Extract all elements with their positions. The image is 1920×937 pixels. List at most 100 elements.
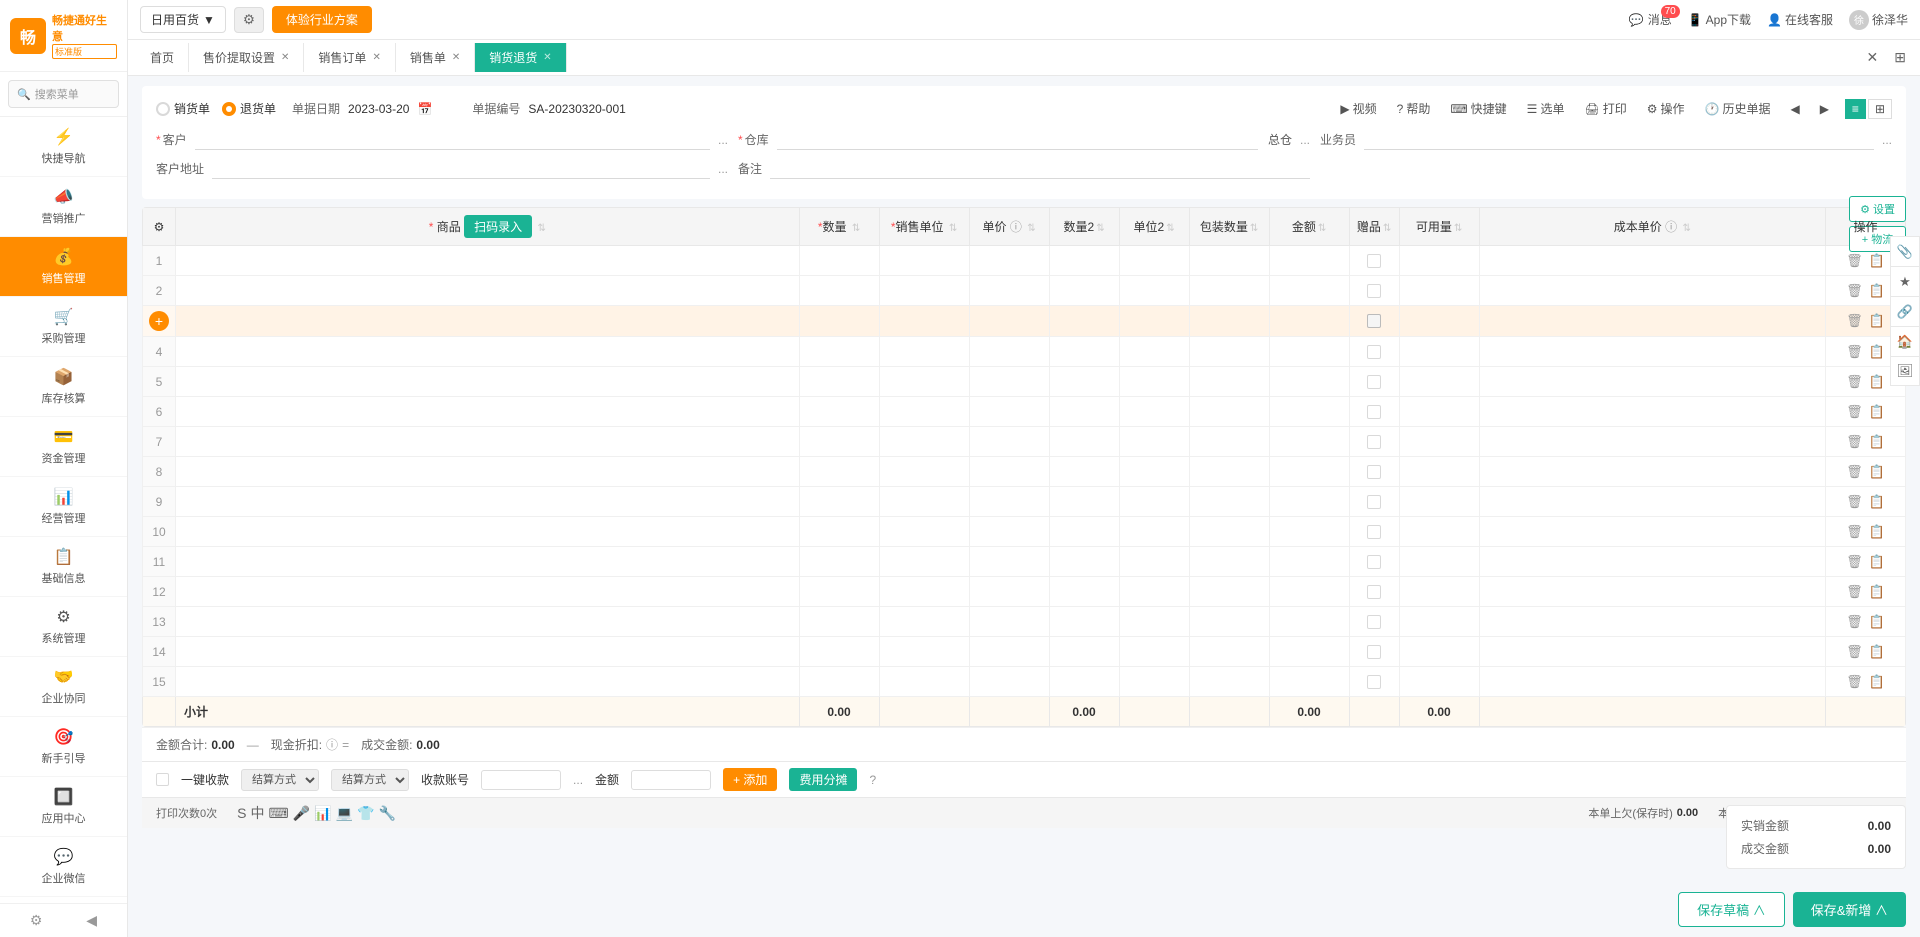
sidebar-item-purchase[interactable]: 🛒 采购管理 [0, 297, 127, 357]
gift-checkbox-15[interactable] [1367, 675, 1381, 689]
sidebar-item-operations[interactable]: 📊 经营管理 [0, 477, 127, 537]
qty-cell-1[interactable] [799, 246, 879, 276]
delete-row-3-btn[interactable]: 🗑 [1846, 313, 1863, 329]
delete-row-1-btn[interactable]: 🗑 [1846, 253, 1863, 269]
sidebar-item-guide[interactable]: 🎯 新手引导 [0, 717, 127, 777]
delete-row-2-btn[interactable]: 🗑 [1846, 283, 1863, 299]
qty2-cell-2[interactable] [1049, 276, 1119, 306]
sidebar-item-sales[interactable]: 💰 销售管理 [0, 237, 127, 297]
warehouse-input[interactable] [777, 129, 1258, 150]
unit-cell-3[interactable] [879, 306, 969, 337]
price-sort-icon[interactable]: ⇅ [1027, 223, 1035, 234]
print-btn[interactable]: 🖨 打印 [1580, 98, 1630, 119]
quick-icon-1[interactable]: 📎 [1890, 236, 1920, 266]
tab-close-sales-order[interactable]: ✕ [372, 52, 380, 63]
tab-close-price-setting[interactable]: ✕ [281, 52, 289, 63]
copy-row-14-btn[interactable]: 📋 [1869, 644, 1885, 660]
qty-cell-2[interactable] [799, 276, 879, 306]
sidebar-settings-btn[interactable]: ⚙ [30, 912, 43, 929]
unit2-cell-2[interactable] [1119, 276, 1189, 306]
tab-home[interactable]: 首页 [136, 43, 189, 72]
gift-checkbox-14[interactable] [1367, 645, 1381, 659]
delete-row-6-btn[interactable]: 🗑 [1846, 404, 1863, 420]
delete-row-13-btn[interactable]: 🗑 [1846, 614, 1863, 630]
close-tab-button[interactable]: ✕ [1861, 47, 1885, 68]
delete-row-12-btn[interactable]: 🗑 [1846, 584, 1863, 600]
gift-checkbox-8[interactable] [1367, 465, 1381, 479]
cost-cell-3[interactable] [1479, 306, 1825, 337]
message-button[interactable]: 💬 消息 70 [1629, 11, 1672, 28]
gift-checkbox-7[interactable] [1367, 435, 1381, 449]
delete-row-11-btn[interactable]: 🗑 [1846, 554, 1863, 570]
pkg-cell-3[interactable] [1189, 306, 1269, 337]
pkg-cell-1[interactable] [1189, 246, 1269, 276]
product-cell-3[interactable] [176, 306, 800, 337]
cost-cell-2[interactable] [1479, 276, 1825, 306]
gift-checkbox-13[interactable] [1367, 615, 1381, 629]
copy-row-11-btn[interactable]: 📋 [1869, 554, 1885, 570]
customer-select-btn[interactable]: ... [718, 133, 728, 147]
unit-cell-1[interactable] [879, 246, 969, 276]
fee-info-icon[interactable]: ? [869, 773, 876, 787]
unit2-sort-icon[interactable]: ⇅ [1166, 223, 1174, 234]
quick-icon-2[interactable]: ★ [1890, 266, 1920, 296]
copy-row-9-btn[interactable]: 📋 [1869, 494, 1885, 510]
sidebar-item-finance[interactable]: 💳 资金管理 [0, 417, 127, 477]
calendar-icon[interactable]: 📅 [417, 102, 432, 116]
gift-checkbox-4[interactable] [1367, 345, 1381, 359]
cost-cell-1[interactable] [1479, 246, 1825, 276]
copy-row-12-btn[interactable]: 📋 [1869, 584, 1885, 600]
tab-sales[interactable]: 销售单 ✕ [396, 43, 475, 72]
video-btn[interactable]: ▶ 视频 [1336, 98, 1380, 119]
expand-tab-button[interactable]: ⊞ [1888, 47, 1912, 68]
add-row-button[interactable]: + [149, 311, 169, 331]
copy-row-3-btn[interactable]: 📋 [1869, 313, 1885, 329]
online-service-button[interactable]: 👤 在线客服 [1767, 11, 1833, 28]
amount-sort-icon[interactable]: ⇅ [1318, 223, 1326, 234]
delete-row-5-btn[interactable]: 🗑 [1846, 374, 1863, 390]
copy-row-13-btn[interactable]: 📋 [1869, 614, 1885, 630]
cost-info-icon[interactable]: ⓘ [1665, 220, 1677, 234]
help-btn[interactable]: ? 帮助 [1393, 98, 1435, 119]
available-cell-2[interactable] [1399, 276, 1479, 306]
sidebar-item-basic-info[interactable]: 📋 基础信息 [0, 537, 127, 597]
shortcut-btn[interactable]: ⌨ 快捷键 [1446, 98, 1510, 119]
gift-checkbox-3[interactable] [1367, 314, 1381, 328]
save-draft-button[interactable]: 保存草稿 ∧ [1678, 892, 1785, 927]
amount-cell-3[interactable] [1269, 306, 1349, 337]
delete-row-9-btn[interactable]: 🗑 [1846, 494, 1863, 510]
sidebar-item-marketing[interactable]: 📣 营销推广 [0, 177, 127, 237]
product-input-3[interactable] [182, 314, 793, 328]
sidebar-item-quick-nav[interactable]: ⚡ 快捷导航 [0, 117, 127, 177]
copy-row-10-btn[interactable]: 📋 [1869, 524, 1885, 540]
search-menu-button[interactable]: 🔍 搜索菜单 [8, 80, 119, 108]
operate-btn[interactable]: ⚙ 操作 [1643, 98, 1689, 119]
delete-row-15-btn[interactable]: 🗑 [1846, 674, 1863, 690]
copy-row-6-btn[interactable]: 📋 [1869, 404, 1885, 420]
note-input[interactable] [770, 158, 1310, 179]
copy-row-7-btn[interactable]: 📋 [1869, 434, 1885, 450]
price-info-icon[interactable]: ⓘ [1010, 220, 1022, 234]
copy-row-1-btn[interactable]: 📋 [1869, 253, 1885, 269]
tab-close-sales-return[interactable]: ✕ [543, 52, 551, 63]
sidebar-item-wechat[interactable]: 💬 企业微信 [0, 837, 127, 897]
qty-sort-icon[interactable]: ⇅ [852, 223, 860, 234]
sidebar-item-system[interactable]: ⚙ 系统管理 [0, 597, 127, 657]
gift-checkbox-9[interactable] [1367, 495, 1381, 509]
staff-input[interactable] [1364, 129, 1874, 150]
qty2-cell-1[interactable] [1049, 246, 1119, 276]
delete-row-7-btn[interactable]: 🗑 [1846, 434, 1863, 450]
gift-checkbox-12[interactable] [1367, 585, 1381, 599]
amount-input[interactable] [631, 770, 711, 790]
gift-checkbox-10[interactable] [1367, 525, 1381, 539]
settlement-select[interactable]: 结算方式 [241, 769, 319, 791]
product-sort-icon[interactable]: ⇅ [537, 223, 545, 234]
unit-sort-icon[interactable]: ⇅ [949, 223, 957, 234]
cost-sort-icon[interactable]: ⇅ [1682, 223, 1690, 234]
available-sort-icon[interactable]: ⇅ [1454, 223, 1462, 234]
available-cell-1[interactable] [1399, 246, 1479, 276]
app-download-button[interactable]: 📱 App下载 [1688, 11, 1751, 28]
copy-row-4-btn[interactable]: 📋 [1869, 344, 1885, 360]
price-cell-3[interactable] [969, 306, 1049, 337]
copy-row-2-btn[interactable]: 📋 [1869, 283, 1885, 299]
